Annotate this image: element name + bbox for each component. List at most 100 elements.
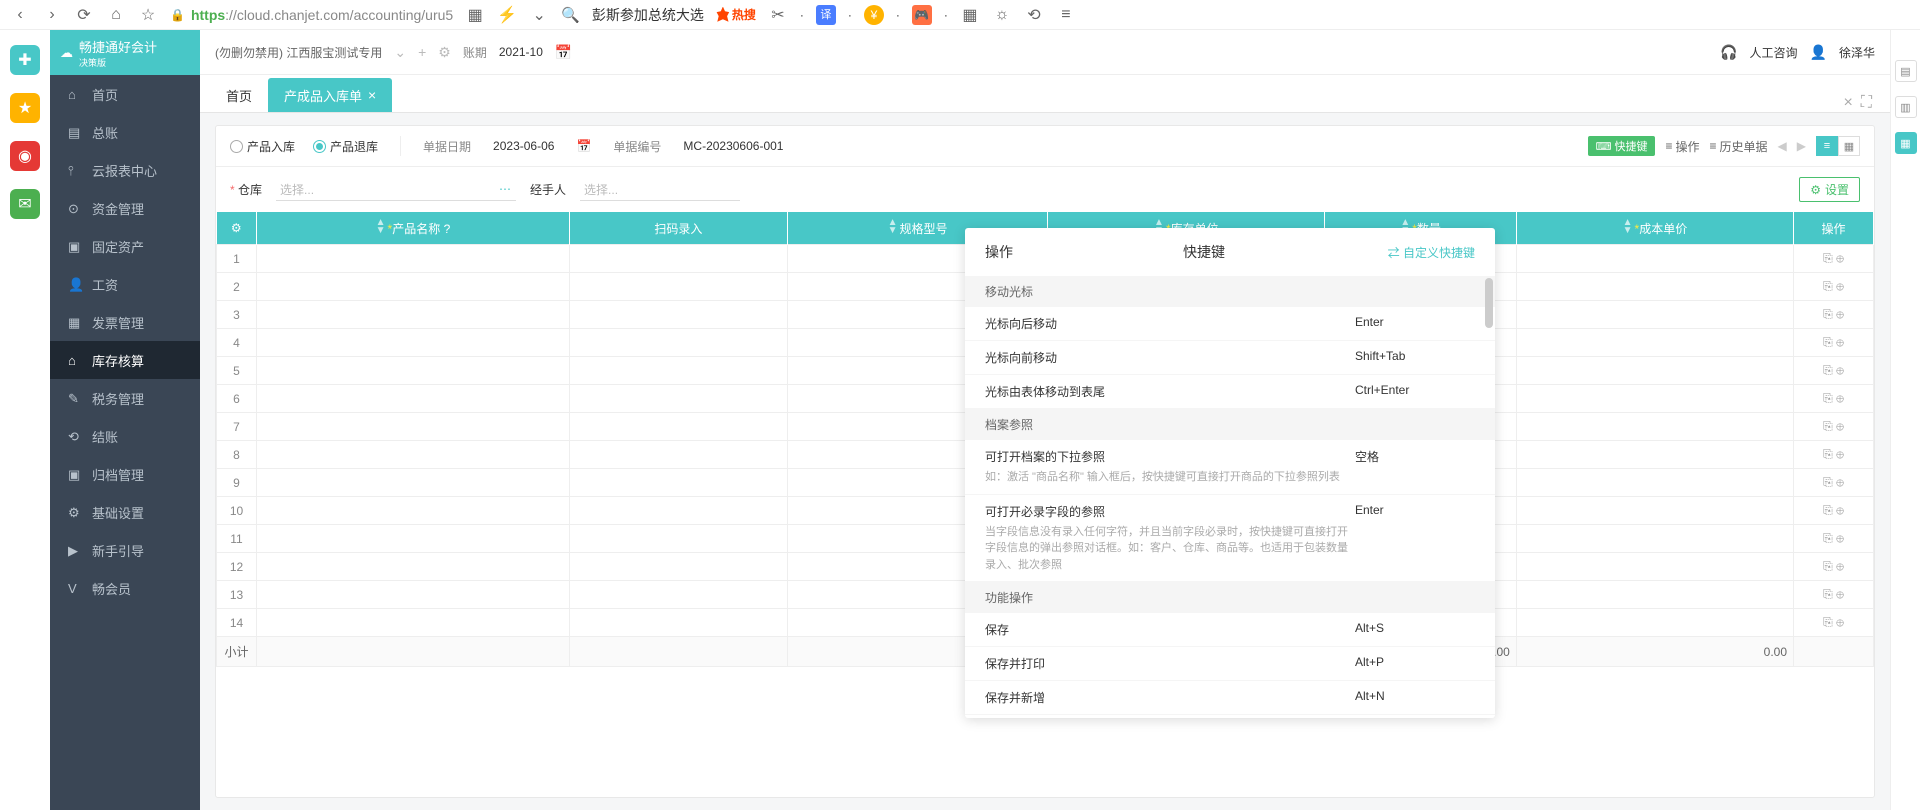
cell[interactable]: [257, 609, 570, 637]
cell[interactable]: [1516, 469, 1793, 497]
col-header-6[interactable]: *成本单价: [1516, 212, 1793, 245]
shortcut-badge[interactable]: ⌨ 快捷键: [1588, 136, 1656, 156]
cell[interactable]: [257, 469, 570, 497]
cell[interactable]: [569, 385, 787, 413]
cell[interactable]: [257, 497, 570, 525]
cell[interactable]: [569, 581, 787, 609]
sidebar-item-5[interactable]: 👤工资: [50, 265, 200, 303]
cell[interactable]: [1516, 301, 1793, 329]
add-row-icon[interactable]: ⊕: [1836, 279, 1844, 293]
add-row-icon[interactable]: ⊕: [1836, 531, 1844, 545]
cell[interactable]: [1516, 553, 1793, 581]
view-list-icon[interactable]: ≡: [1816, 136, 1838, 156]
calendar-icon[interactable]: 📅: [576, 139, 591, 153]
cell[interactable]: [569, 553, 787, 581]
cell[interactable]: [569, 357, 787, 385]
tab-close-all-icon[interactable]: ×: [1843, 94, 1852, 112]
history-link[interactable]: ≡ 历史单据: [1710, 138, 1768, 155]
qr-icon[interactable]: ▦: [465, 5, 485, 25]
radio-return[interactable]: 产品退库: [313, 138, 378, 155]
copy-icon[interactable]: ⎘: [1823, 279, 1833, 293]
cell[interactable]: [569, 525, 787, 553]
sidebar-item-8[interactable]: ✎税务管理: [50, 379, 200, 417]
view-grid-icon[interactable]: ▦: [1838, 136, 1860, 156]
reload-icon[interactable]: ⟳: [74, 5, 94, 25]
back-icon[interactable]: ‹: [10, 5, 30, 25]
sort-icon[interactable]: [888, 219, 898, 235]
cell[interactable]: [257, 553, 570, 581]
sidebar-item-1[interactable]: ▤总账: [50, 113, 200, 151]
rail-item-2[interactable]: ▥: [1895, 96, 1917, 118]
period-value[interactable]: 2021-10: [499, 45, 543, 59]
cell[interactable]: [1516, 581, 1793, 609]
scissors-icon[interactable]: ✂: [768, 5, 788, 25]
cell[interactable]: [1516, 385, 1793, 413]
sidebar-item-12[interactable]: ▶新手引导: [50, 531, 200, 569]
cell[interactable]: [569, 273, 787, 301]
search-text[interactable]: 彭斯参加总统大选: [592, 5, 704, 25]
copy-icon[interactable]: ⎘: [1823, 475, 1833, 489]
cell[interactable]: [1516, 413, 1793, 441]
sidebar-item-11[interactable]: ⚙基础设置: [50, 493, 200, 531]
copy-icon[interactable]: ⎘: [1823, 615, 1833, 629]
close-icon[interactable]: ×: [368, 87, 376, 103]
support-link[interactable]: 人工咨询: [1750, 44, 1798, 61]
copy-icon[interactable]: ⎘: [1823, 503, 1833, 517]
sidebar-item-10[interactable]: ▣归档管理: [50, 455, 200, 493]
restore-icon[interactable]: ⟲: [1024, 5, 1044, 25]
sidebar-item-0[interactable]: ⌂首页: [50, 75, 200, 113]
apps-icon[interactable]: ▦: [960, 5, 980, 25]
help-icon[interactable]: ?: [444, 222, 451, 236]
rail-item-3[interactable]: ▦: [1895, 132, 1917, 154]
tab-inbound[interactable]: 产成品入库单 ×: [268, 78, 392, 112]
cell[interactable]: [257, 245, 570, 273]
cell[interactable]: [1516, 329, 1793, 357]
sidebar-item-6[interactable]: ▦发票管理: [50, 303, 200, 341]
hot-search-badge[interactable]: 热搜: [716, 6, 756, 23]
next-icon[interactable]: ▶: [1797, 139, 1806, 153]
sidebar-item-9[interactable]: ⟲结账: [50, 417, 200, 455]
rail-item-1[interactable]: ▤: [1895, 60, 1917, 82]
coin-icon[interactable]: ¥: [864, 5, 884, 25]
col-header-1[interactable]: *产品名称 ?: [257, 212, 570, 245]
favorite-icon[interactable]: ☆: [138, 5, 158, 25]
copy-icon[interactable]: ⎘: [1823, 419, 1833, 433]
add-row-icon[interactable]: ⊕: [1836, 475, 1844, 489]
popup-scrollbar[interactable]: [1485, 278, 1493, 708]
sidebar-item-13[interactable]: V畅会员: [50, 569, 200, 607]
add-row-icon[interactable]: ⊕: [1836, 363, 1844, 377]
cell[interactable]: [569, 609, 787, 637]
dock-app-4[interactable]: ✉: [10, 189, 40, 219]
prev-icon[interactable]: ◀: [1778, 139, 1787, 153]
dock-app-3[interactable]: ◉: [10, 141, 40, 171]
gear-icon[interactable]: ⚙: [231, 221, 242, 235]
cell[interactable]: [257, 385, 570, 413]
search-icon[interactable]: 🔍: [561, 6, 580, 24]
cell[interactable]: [569, 301, 787, 329]
forward-icon[interactable]: ›: [42, 5, 62, 25]
sort-icon[interactable]: [1623, 219, 1633, 235]
user-name[interactable]: 徐泽华: [1839, 44, 1875, 61]
cell[interactable]: [1516, 441, 1793, 469]
cell[interactable]: [569, 497, 787, 525]
cell[interactable]: [257, 357, 570, 385]
more-icon[interactable]: ⋯: [499, 182, 512, 196]
cell[interactable]: [257, 441, 570, 469]
sidebar-item-7[interactable]: ⌂库存核算: [50, 341, 200, 379]
game-icon[interactable]: 🎮: [912, 5, 932, 25]
copy-icon[interactable]: ⎘: [1823, 531, 1833, 545]
add-row-icon[interactable]: ⊕: [1836, 251, 1844, 265]
copy-icon[interactable]: ⎘: [1823, 391, 1833, 405]
date-value[interactable]: 2023-06-06: [493, 139, 554, 153]
cell[interactable]: [257, 273, 570, 301]
copy-icon[interactable]: ⎘: [1823, 587, 1833, 601]
calendar-icon[interactable]: 📅: [555, 44, 572, 61]
cell[interactable]: [569, 329, 787, 357]
cell[interactable]: [257, 329, 570, 357]
customize-shortcuts-link[interactable]: ⇄ 自定义快捷键: [1388, 244, 1475, 261]
handler-select[interactable]: 选择...: [580, 179, 740, 201]
add-row-icon[interactable]: ⊕: [1836, 419, 1844, 433]
dock-app-2[interactable]: ★: [10, 93, 40, 123]
ops-link[interactable]: ≡ 操作: [1665, 138, 1699, 155]
copy-icon[interactable]: ⎘: [1823, 447, 1833, 461]
